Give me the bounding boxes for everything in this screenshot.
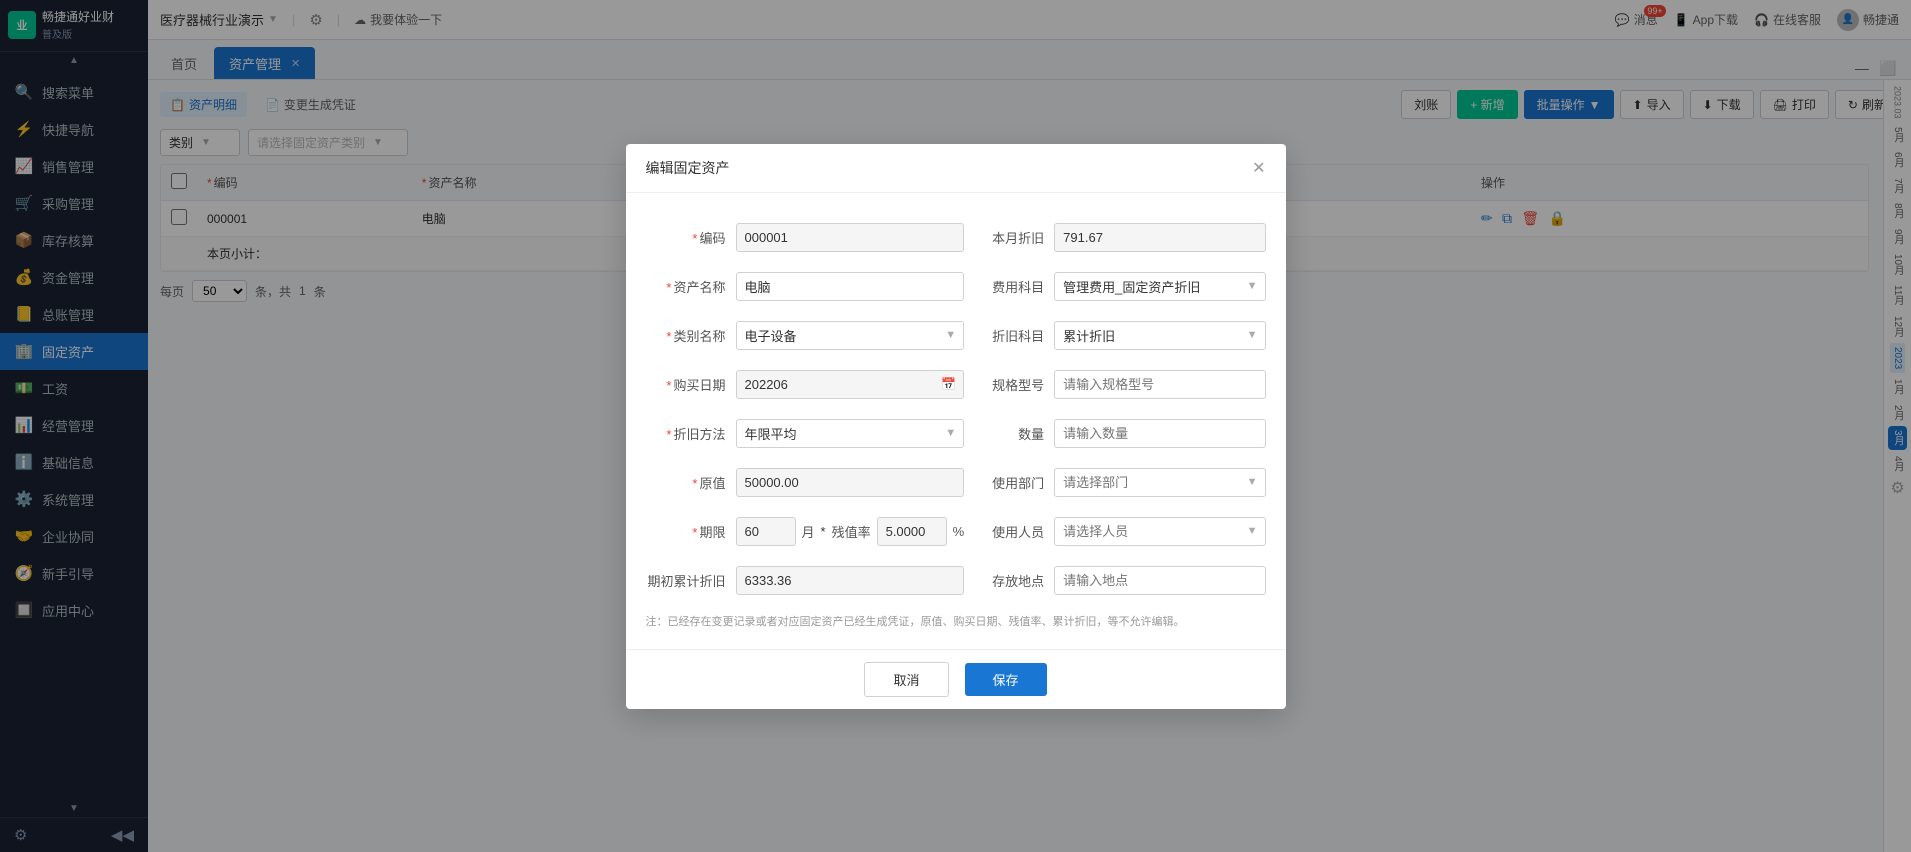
purchase-date-wrap: 📅 <box>736 370 965 399</box>
form-row-asset-name: *资产名称 <box>646 262 965 311</box>
form-row-dep-method: *折旧方法 ▼ <box>646 409 965 458</box>
residual-rate-input[interactable] <box>877 517 947 546</box>
form-row-monthly-dep: 本月折旧 <box>964 213 1265 262</box>
purchase-date-input[interactable] <box>736 370 965 399</box>
edit-asset-modal: 编辑固定资产 ✕ *编码 *资产名称 <box>626 144 1286 709</box>
period-input[interactable] <box>736 517 796 546</box>
code-input[interactable] <box>736 223 965 252</box>
form-row-initial-dep: 期初累计折旧 <box>646 556 965 605</box>
expense-account-wrap: ▼ <box>1054 272 1265 301</box>
expense-account-input[interactable] <box>1054 272 1265 301</box>
modal-title: 编辑固定资产 <box>646 158 730 178</box>
form-row-original-value: *原值 <box>646 458 965 507</box>
form-row-code: *编码 <box>646 213 965 262</box>
form-row-period: *期限 月 * 残值率 % <box>646 507 965 556</box>
modal-close-icon[interactable]: ✕ <box>1252 158 1265 178</box>
location-input[interactable] <box>1054 566 1265 595</box>
spec-input[interactable] <box>1054 370 1265 399</box>
modal-footer: 取消 保存 <box>626 649 1286 709</box>
modal-header: 编辑固定资产 ✕ <box>626 144 1286 193</box>
form-row-dept: 使用部门 ▼ <box>964 458 1265 507</box>
dept-select[interactable] <box>1054 468 1265 497</box>
form-left-column: *编码 *资产名称 *类别名称 ▼ <box>646 213 965 605</box>
dep-account-input[interactable] <box>1054 321 1265 350</box>
initial-dep-input[interactable] <box>736 566 965 595</box>
calendar-icon[interactable]: 📅 <box>941 377 956 391</box>
dept-select-wrap: ▼ <box>1054 468 1265 497</box>
quantity-input[interactable] <box>1054 419 1265 448</box>
cancel-button[interactable]: 取消 <box>864 662 948 697</box>
asset-name-input[interactable] <box>736 272 965 301</box>
form-row-person: 使用人员 ▼ <box>964 507 1265 556</box>
modal-body: *编码 *资产名称 *类别名称 ▼ <box>626 193 1286 649</box>
save-button[interactable]: 保存 <box>965 663 1047 696</box>
form-row-category: *类别名称 ▼ <box>646 311 965 360</box>
form-row-dep-account: 折旧科目 ▼ <box>964 311 1265 360</box>
form-row-expense-account: 费用科目 ▼ <box>964 262 1265 311</box>
dep-method-select-wrap: ▼ <box>736 419 965 448</box>
period-inline: 月 * 残值率 % <box>736 517 965 546</box>
person-select[interactable] <box>1054 517 1265 546</box>
category-select[interactable] <box>736 321 965 350</box>
form-grid: *编码 *资产名称 *类别名称 ▼ <box>646 213 1266 629</box>
category-select-wrap: ▼ <box>736 321 965 350</box>
person-select-wrap: ▼ <box>1054 517 1265 546</box>
form-row-spec: 规格型号 <box>964 360 1265 409</box>
form-right-column: 本月折旧 费用科目 ▼ 折旧科目 <box>964 213 1265 605</box>
original-value-input[interactable] <box>736 468 965 497</box>
modal-overlay: 编辑固定资产 ✕ *编码 *资产名称 <box>0 0 1911 852</box>
dep-method-select[interactable] <box>736 419 965 448</box>
form-row-quantity: 数量 <box>964 409 1265 458</box>
monthly-dep-input[interactable] <box>1054 223 1265 252</box>
form-note: 注：已经存在变更记录或者对应固定资产已经生成凭证，原值、购买日期、残值率、累计折… <box>646 605 1266 629</box>
form-row-location: 存放地点 <box>964 556 1265 605</box>
form-row-purchase-date: *购买日期 📅 <box>646 360 965 409</box>
dep-account-wrap: ▼ <box>1054 321 1265 350</box>
